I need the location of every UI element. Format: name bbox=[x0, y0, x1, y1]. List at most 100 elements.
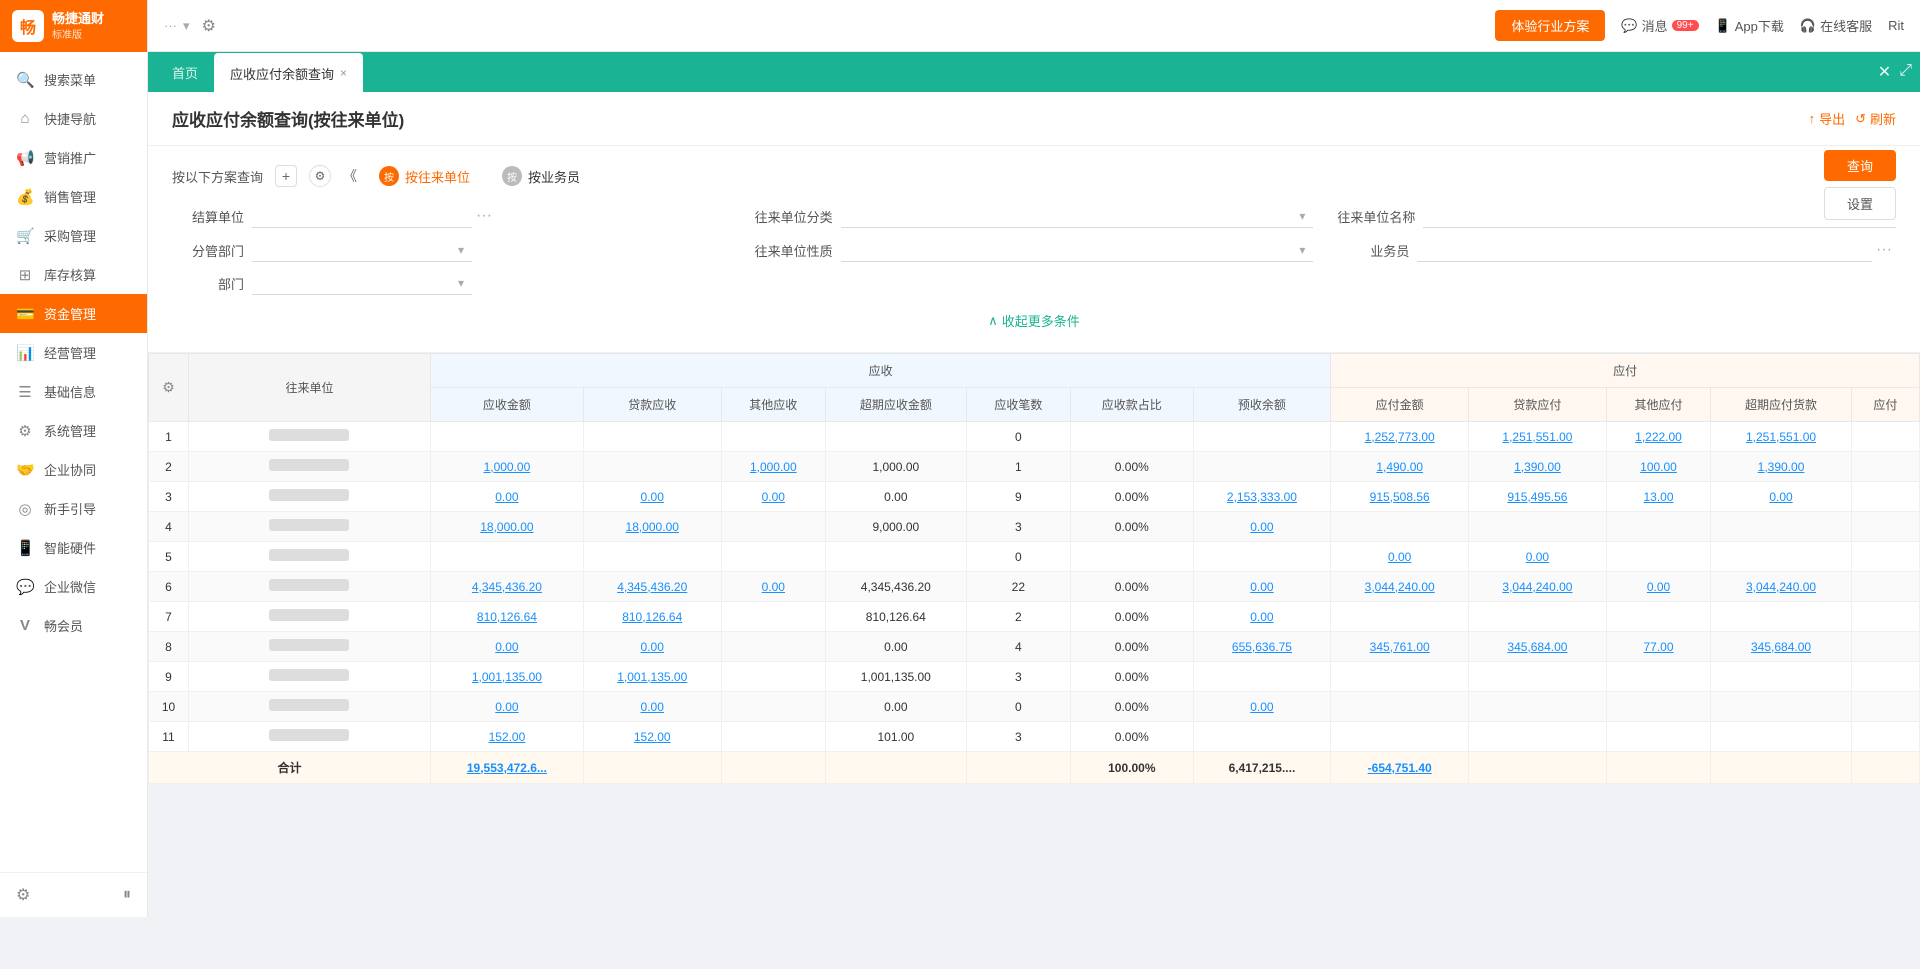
row-loan-receivable[interactable]: 4,345,436.20 bbox=[583, 572, 721, 602]
row-other-receivable[interactable]: 0.00 bbox=[721, 482, 825, 512]
row-receivable-amount[interactable]: 0.00 bbox=[430, 692, 583, 722]
sidebar-item-search[interactable]: 🔍 搜索菜单 bbox=[0, 60, 147, 99]
partner-nature-select[interactable]: ▾ bbox=[841, 239, 1314, 262]
row-loan-payable[interactable]: 345,684.00 bbox=[1469, 632, 1607, 662]
row-loan-payable[interactable]: 915,495.56 bbox=[1469, 482, 1607, 512]
sidebar-item-hardware[interactable]: 📱 智能硬件 bbox=[0, 528, 147, 567]
row-payable-amount[interactable]: 1,490.00 bbox=[1331, 452, 1469, 482]
collapse-more-btn[interactable]: ∧ 收起更多条件 bbox=[172, 305, 1896, 336]
row-other-payable[interactable]: 77.00 bbox=[1606, 632, 1710, 662]
section-select[interactable]: ▾ bbox=[252, 272, 472, 295]
sidebar-item-wechat[interactable]: 💬 企业微信 bbox=[0, 567, 147, 606]
settings-button[interactable]: 设置 bbox=[1824, 187, 1896, 220]
row-prepaid[interactable]: 0.00 bbox=[1193, 512, 1331, 542]
app-download-btn[interactable]: 📱 App下载 bbox=[1715, 16, 1784, 35]
row-loan-receivable[interactable]: 0.00 bbox=[583, 632, 721, 662]
row-payable-amount[interactable]: 345,761.00 bbox=[1331, 632, 1469, 662]
row-other-receivable[interactable]: 0.00 bbox=[721, 572, 825, 602]
service-btn[interactable]: 🎧 在线客服 bbox=[1800, 16, 1872, 35]
row-prepaid[interactable]: 2,153,333.00 bbox=[1193, 482, 1331, 512]
row-loan-payable[interactable]: 3,044,240.00 bbox=[1469, 572, 1607, 602]
promo-button[interactable]: 体验行业方案 bbox=[1495, 10, 1605, 41]
row-receivable-amount[interactable]: 1,001,135.00 bbox=[430, 662, 583, 692]
sidebar-item-member[interactable]: V 畅会员 bbox=[0, 606, 147, 645]
row-loan-payable[interactable]: 0.00 bbox=[1469, 542, 1607, 572]
tab-home[interactable]: 首页 bbox=[156, 52, 214, 92]
row-loan-receivable[interactable]: 152.00 bbox=[583, 722, 721, 752]
salesman-dots[interactable]: ··· bbox=[1872, 241, 1896, 259]
row-receivable-amount[interactable]: 18,000.00 bbox=[430, 512, 583, 542]
export-btn[interactable]: ↑ 导出 bbox=[1809, 109, 1846, 128]
sidebar-item-purchase[interactable]: 🛒 采购管理 bbox=[0, 216, 147, 255]
row-partner bbox=[189, 512, 431, 542]
sidebar-item-inventory[interactable]: ⊞ 库存核算 bbox=[0, 255, 147, 294]
row-prepaid[interactable]: 0.00 bbox=[1193, 602, 1331, 632]
header-gear-icon[interactable]: ⚙ bbox=[202, 16, 216, 36]
tab-ar-ap[interactable]: 应收应付余额查询 × bbox=[214, 53, 363, 93]
row-payable-amount[interactable]: 915,508.56 bbox=[1331, 482, 1469, 512]
dept-select[interactable]: ▾ bbox=[252, 239, 472, 262]
th-receivable-count: 应收笔数 bbox=[966, 388, 1070, 422]
query-button[interactable]: 查询 bbox=[1824, 150, 1896, 181]
refresh-btn[interactable]: ↺ 刷新 bbox=[1855, 109, 1896, 128]
row-other-receivable[interactable]: 1,000.00 bbox=[721, 452, 825, 482]
row-loan-receivable[interactable]: 0.00 bbox=[583, 482, 721, 512]
row-prepaid[interactable]: 0.00 bbox=[1193, 692, 1331, 722]
message-btn[interactable]: 💬 消息 99+ bbox=[1621, 16, 1698, 35]
settlement-dots[interactable]: ··· bbox=[472, 207, 496, 225]
row-prepaid[interactable]: 0.00 bbox=[1193, 572, 1331, 602]
settings-footer-icon[interactable]: ⚙ bbox=[16, 885, 30, 905]
sidebar-item-marketing[interactable]: 📢 营销推广 bbox=[0, 138, 147, 177]
window-expand-btn[interactable]: ⤢ bbox=[1899, 62, 1912, 82]
row-other-payable[interactable]: 0.00 bbox=[1606, 572, 1710, 602]
sidebar-item-basic[interactable]: ☰ 基础信息 bbox=[0, 372, 147, 411]
row-loan-payable[interactable]: 1,251,551.00 bbox=[1469, 422, 1607, 452]
sidebar-item-finance[interactable]: 💳 资金管理 bbox=[0, 294, 147, 333]
row-overdue-payable[interactable]: 3,044,240.00 bbox=[1711, 572, 1852, 602]
row-receivable-amount[interactable]: 0.00 bbox=[430, 482, 583, 512]
partner-category-select[interactable]: ▾ bbox=[841, 205, 1314, 228]
row-other-payable[interactable]: 1,222.00 bbox=[1606, 422, 1710, 452]
row-loan-receivable[interactable]: 0.00 bbox=[583, 692, 721, 722]
row-receivable-amount[interactable]: 152.00 bbox=[430, 722, 583, 752]
service-label: 在线客服 bbox=[1820, 16, 1872, 35]
row-payable-amount[interactable]: 0.00 bbox=[1331, 542, 1469, 572]
total-payable-amount[interactable]: -654,751.40 bbox=[1331, 752, 1469, 784]
row-receivable-amount[interactable]: 810,126.64 bbox=[430, 602, 583, 632]
sidebar-item-quicknav[interactable]: ⌂ 快捷导航 bbox=[0, 99, 147, 138]
row-receivable-amount[interactable]: 0.00 bbox=[430, 632, 583, 662]
filter-scheme-settings-btn[interactable]: ⚙ bbox=[309, 165, 331, 187]
row-loan-receivable[interactable]: 810,126.64 bbox=[583, 602, 721, 632]
collapse-sidebar-btn[interactable]: ⏸ bbox=[123, 886, 131, 904]
row-overdue-payable[interactable]: 1,390.00 bbox=[1711, 452, 1852, 482]
row-loan-receivable[interactable]: 18,000.00 bbox=[583, 512, 721, 542]
row-other-payable[interactable]: 13.00 bbox=[1606, 482, 1710, 512]
row-loan-payable[interactable]: 1,390.00 bbox=[1469, 452, 1607, 482]
filter-add-btn[interactable]: + bbox=[275, 165, 297, 187]
row-receivable-amount[interactable]: 4,345,436.20 bbox=[430, 572, 583, 602]
row-loan-receivable[interactable]: 1,001,135.00 bbox=[583, 662, 721, 692]
window-close-btn[interactable]: ✕ bbox=[1878, 62, 1891, 82]
row-overdue-payable[interactable]: 1,251,551.00 bbox=[1711, 422, 1852, 452]
salesman-input[interactable] bbox=[1417, 238, 1872, 262]
tab-close-icon[interactable]: × bbox=[340, 66, 347, 80]
sidebar-item-sales[interactable]: 💰 销售管理 bbox=[0, 177, 147, 216]
row-overdue-payable[interactable]: 0.00 bbox=[1711, 482, 1852, 512]
table-config-icon[interactable]: ⚙ bbox=[162, 379, 175, 395]
row-payable-amount[interactable]: 1,252,773.00 bbox=[1331, 422, 1469, 452]
row-prepaid[interactable]: 655,636.75 bbox=[1193, 632, 1331, 662]
row-receivable-amount[interactable]: 1,000.00 bbox=[430, 452, 583, 482]
scheme-partner-btn[interactable]: 按 按往来单位 bbox=[369, 162, 480, 190]
total-receivable-amount[interactable]: 19,553,472.6... bbox=[430, 752, 583, 784]
row-overdue-payable[interactable]: 345,684.00 bbox=[1711, 632, 1852, 662]
sidebar-item-system[interactable]: ⚙ 系统管理 bbox=[0, 411, 147, 450]
sidebar-item-collab[interactable]: 🤝 企业协同 bbox=[0, 450, 147, 489]
sidebar-item-guide[interactable]: ◎ 新手引导 bbox=[0, 489, 147, 528]
filter-arrow-btn[interactable]: 《 bbox=[343, 166, 357, 186]
scheme-salesman-btn[interactable]: 按 按业务员 bbox=[492, 162, 590, 190]
row-payable-amount[interactable]: 3,044,240.00 bbox=[1331, 572, 1469, 602]
user-avatar[interactable]: Rit bbox=[1888, 18, 1904, 33]
settlement-input[interactable] bbox=[252, 204, 472, 228]
sidebar-item-operation[interactable]: 📊 经营管理 bbox=[0, 333, 147, 372]
row-other-payable[interactable]: 100.00 bbox=[1606, 452, 1710, 482]
